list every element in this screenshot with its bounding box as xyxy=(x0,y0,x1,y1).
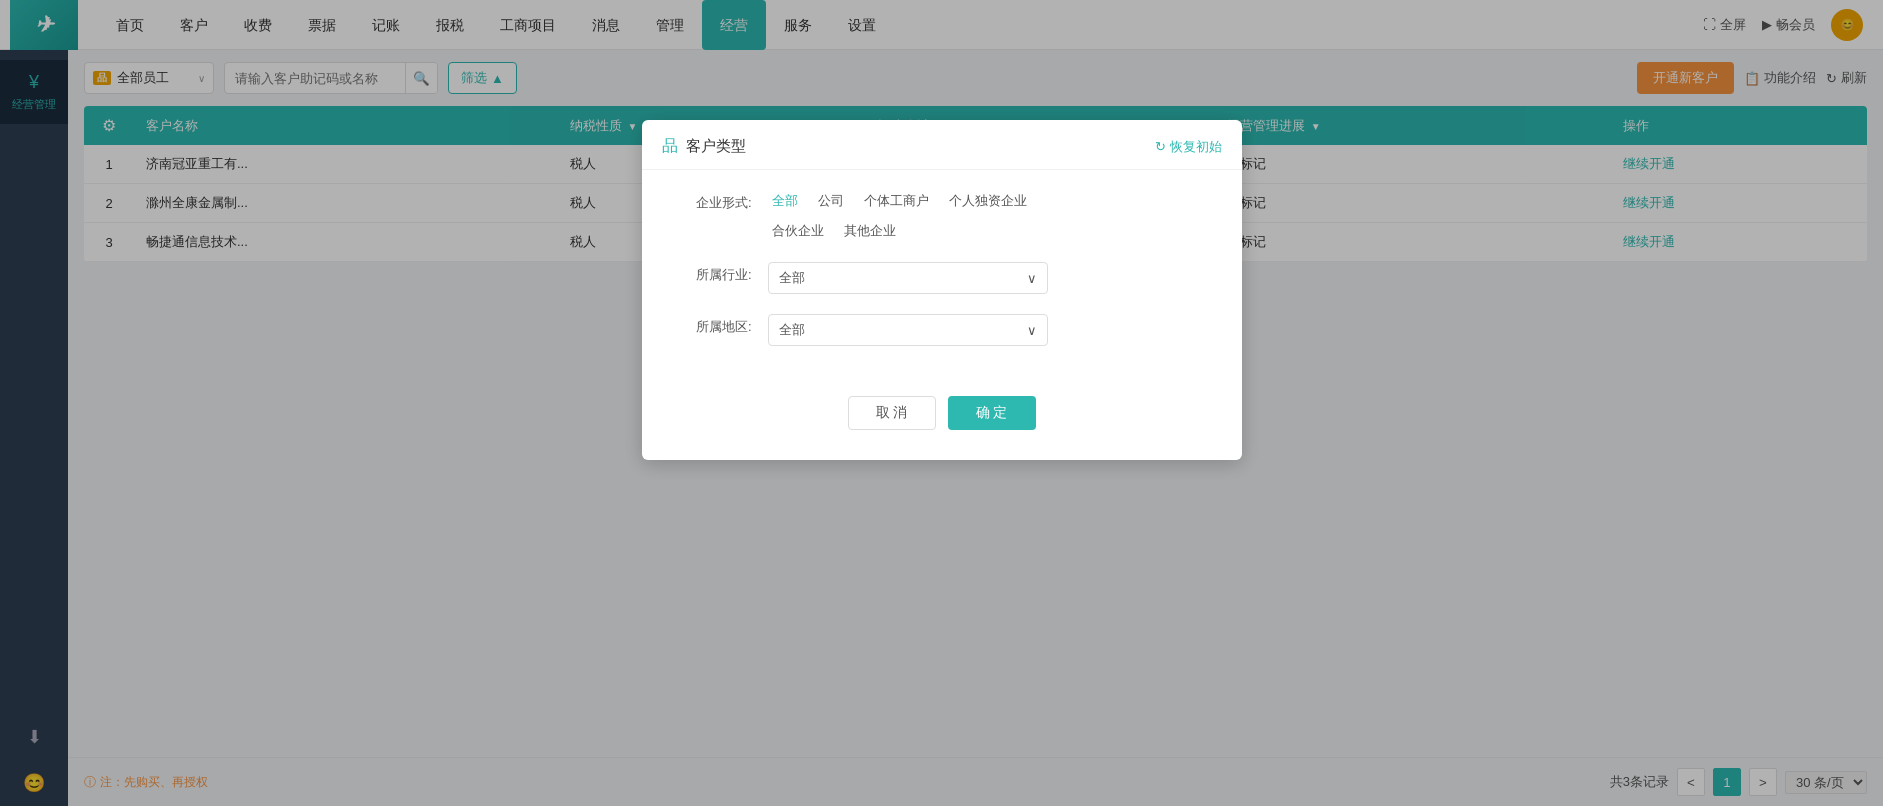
type-individual[interactable]: 个体工商户 xyxy=(860,190,933,212)
enterprise-types-row2: 合伙企业 其他企业 xyxy=(768,220,1212,242)
modal-overlay: 品 客户类型 ↻ 恢复初始 企业形式 全部 公司 个体工商户 个人独资企业 xyxy=(0,0,1883,806)
modal-header: 品 客户类型 ↻ 恢复初始 xyxy=(642,120,1242,170)
enterprise-form-label: 企业形式 xyxy=(672,190,752,212)
modal-box: 品 客户类型 ↻ 恢复初始 企业形式 全部 公司 个体工商户 个人独资企业 xyxy=(642,120,1242,460)
region-select[interactable]: 全部 ∨ xyxy=(768,314,1048,346)
type-sole[interactable]: 个人独资企业 xyxy=(945,190,1031,212)
type-all[interactable]: 全部 xyxy=(768,190,802,212)
region-content: 全部 ∨ xyxy=(768,314,1212,346)
modal-restore-button[interactable]: ↻ 恢复初始 xyxy=(1155,138,1222,156)
industry-form-row: 所属行业 全部 ∨ xyxy=(672,262,1212,294)
type-other[interactable]: 其他企业 xyxy=(840,220,900,242)
enterprise-types: 全部 公司 个体工商户 个人独资企业 xyxy=(768,190,1212,212)
region-chevron-icon: ∨ xyxy=(1027,323,1037,338)
industry-select[interactable]: 全部 ∨ xyxy=(768,262,1048,294)
enterprise-form-row: 企业形式 全部 公司 个体工商户 个人独资企业 合伙企业 其他企业 xyxy=(672,190,1212,242)
region-label: 所属地区 xyxy=(672,314,752,336)
type-company[interactable]: 公司 xyxy=(814,190,848,212)
enterprise-types-content: 全部 公司 个体工商户 个人独资企业 合伙企业 其他企业 xyxy=(768,190,1212,242)
modal-title: 品 客户类型 xyxy=(662,136,746,157)
restore-icon: ↻ xyxy=(1155,139,1166,154)
cancel-button[interactable]: 取 消 xyxy=(848,396,936,430)
confirm-button[interactable]: 确 定 xyxy=(948,396,1036,430)
industry-label: 所属行业 xyxy=(672,262,752,284)
modal-footer: 取 消 确 定 xyxy=(642,386,1242,430)
industry-chevron-icon: ∨ xyxy=(1027,271,1037,286)
industry-content: 全部 ∨ xyxy=(768,262,1212,294)
type-partnership[interactable]: 合伙企业 xyxy=(768,220,828,242)
modal-body: 企业形式 全部 公司 个体工商户 个人独资企业 合伙企业 其他企业 所属行业 xyxy=(642,170,1242,386)
region-form-row: 所属地区 全部 ∨ xyxy=(672,314,1212,346)
modal-title-icon: 品 xyxy=(662,136,678,157)
